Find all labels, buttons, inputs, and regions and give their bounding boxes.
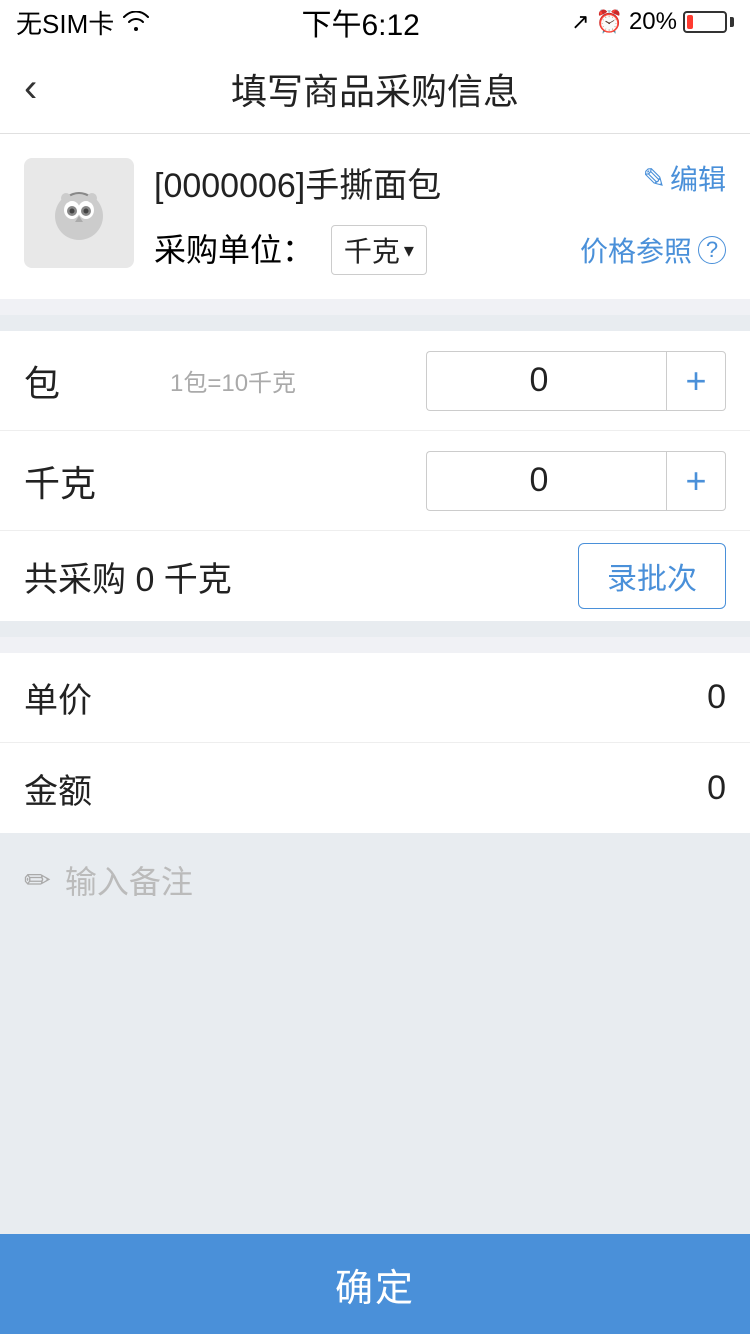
remark-section[interactable]: ✏ 输入备注 xyxy=(0,833,750,927)
amount-value: 0 xyxy=(707,769,726,808)
batch-button[interactable]: 录批次 xyxy=(578,543,726,609)
edit-button[interactable]: ✎ 编辑 xyxy=(643,158,726,198)
carrier-text: 无SIM卡 xyxy=(16,4,114,41)
purchase-unit-label-wrap: 采购单位： 千克 ▾ xyxy=(154,225,427,275)
price-label: 单价 xyxy=(24,673,92,722)
price-ref-label: 价格参照 xyxy=(580,230,692,270)
product-name: [0000006]手撕面包 xyxy=(154,158,441,207)
edit-label: 编辑 xyxy=(670,158,726,198)
kg-label: 千克 xyxy=(24,455,164,507)
status-time: 下午6:12 xyxy=(301,0,419,44)
section-divider-1 xyxy=(0,315,750,331)
product-image xyxy=(24,158,134,268)
location-icon: ↗ xyxy=(571,9,589,35)
input-section: 包 1包=10千克 + 千克 + xyxy=(0,331,750,531)
price-ref-link[interactable]: 价格参照 ? xyxy=(580,230,726,270)
price-value: 0 xyxy=(707,678,726,717)
info-section: 单价 0 金额 0 xyxy=(0,653,750,833)
amount-label: 金额 xyxy=(24,764,92,813)
help-icon: ? xyxy=(698,236,726,264)
nav-bar: ‹ 填写商品采购信息 xyxy=(0,44,750,134)
remark-placeholder: 输入备注 xyxy=(65,857,193,903)
dropdown-arrow-icon: ▾ xyxy=(404,238,414,263)
pack-field-wrap: + xyxy=(296,351,726,411)
pencil-icon: ✏ xyxy=(24,861,51,899)
product-info: [0000006]手撕面包 ✎ 编辑 采购单位： 千克 ▾ 价格参照 ? xyxy=(154,158,726,275)
page-title: 填写商品采购信息 xyxy=(231,63,519,115)
back-button[interactable]: ‹ xyxy=(24,66,37,111)
pack-sublabel: 1包=10千克 xyxy=(170,363,296,398)
kg-input-row: 千克 + xyxy=(0,431,750,531)
product-card: [0000006]手撕面包 ✎ 编辑 采购单位： 千克 ▾ 价格参照 ? xyxy=(0,134,750,299)
edit-icon: ✎ xyxy=(643,162,666,195)
pack-quantity-input[interactable] xyxy=(426,351,666,411)
section-divider-2 xyxy=(0,621,750,637)
price-row: 单价 0 xyxy=(0,653,750,743)
total-text: 共采购 0 千克 xyxy=(24,552,232,601)
pack-plus-button[interactable]: + xyxy=(666,351,726,411)
kg-field-wrap: + xyxy=(164,451,726,511)
status-bar: 无SIM卡 下午6:12 ↗ ⏰ 20% xyxy=(0,0,750,44)
pack-label: 包 xyxy=(24,355,164,407)
battery-icon xyxy=(683,11,734,33)
battery-percent: 20% xyxy=(629,8,677,36)
pack-input-row: 包 1包=10千克 + xyxy=(0,331,750,431)
status-left: 无SIM卡 xyxy=(16,4,150,41)
status-right: ↗ ⏰ 20% xyxy=(571,8,734,36)
product-logo xyxy=(44,178,114,248)
unit-dropdown[interactable]: 千克 ▾ xyxy=(331,225,427,275)
confirm-bar: 确定 xyxy=(0,1234,750,1334)
kg-quantity-input[interactable] xyxy=(426,451,666,511)
kg-plus-button[interactable]: + xyxy=(666,451,726,511)
amount-row: 金额 0 xyxy=(0,743,750,833)
wifi-icon xyxy=(122,7,150,38)
content-spacer xyxy=(0,927,750,1234)
total-row: 共采购 0 千克 录批次 xyxy=(0,531,750,621)
alarm-icon: ⏰ xyxy=(596,9,623,35)
unit-value: 千克 xyxy=(344,230,400,270)
confirm-button[interactable]: 确定 xyxy=(0,1234,750,1334)
purchase-unit-label: 采购单位： xyxy=(154,232,314,268)
